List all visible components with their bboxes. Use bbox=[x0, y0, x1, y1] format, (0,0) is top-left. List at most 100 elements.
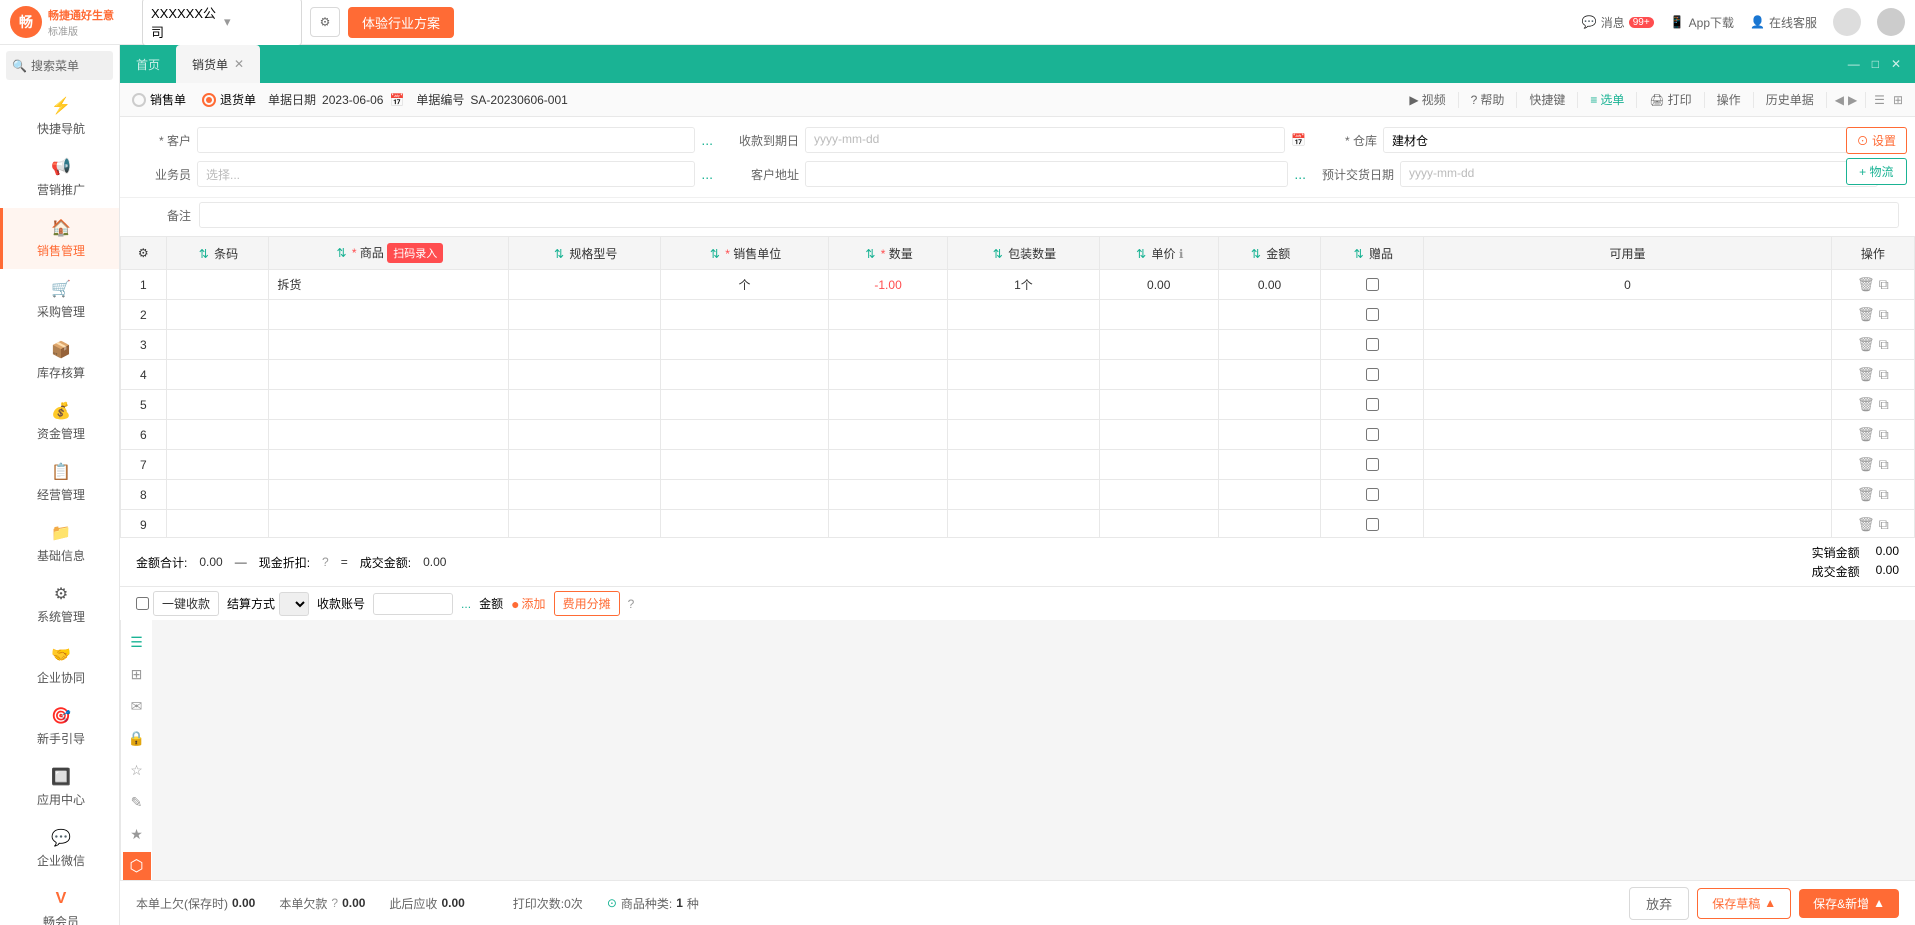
td-unit-price[interactable] bbox=[1099, 510, 1218, 538]
td-pack-qty[interactable] bbox=[948, 510, 1100, 538]
operate-btn[interactable]: 操作 bbox=[1713, 89, 1745, 110]
grid-view-icon[interactable]: ⊞ bbox=[1893, 93, 1903, 107]
radio-sales[interactable]: 销售单 bbox=[132, 91, 186, 108]
radio-return[interactable]: 退货单 bbox=[202, 91, 256, 108]
td-unit-price[interactable] bbox=[1099, 360, 1218, 390]
td-barcode[interactable] bbox=[166, 480, 269, 510]
list-view-icon[interactable]: ☰ bbox=[1874, 93, 1885, 107]
td-product[interactable] bbox=[269, 510, 509, 538]
td-unit[interactable] bbox=[661, 300, 829, 330]
rp-btn-list[interactable]: ☰ bbox=[123, 628, 151, 656]
td-unit[interactable] bbox=[661, 420, 829, 450]
settings-button[interactable]: ⊙ 设置 bbox=[1846, 127, 1907, 154]
td-barcode[interactable] bbox=[166, 270, 269, 300]
td-pack-qty[interactable] bbox=[948, 300, 1100, 330]
copy-row-btn[interactable]: ⧉ bbox=[1879, 276, 1889, 293]
th-pack-sort[interactable]: ⇅ bbox=[993, 247, 1003, 261]
td-pack-qty[interactable] bbox=[948, 330, 1100, 360]
copy-row-btn[interactable]: ⧉ bbox=[1879, 486, 1889, 503]
th-gift-sort[interactable]: ⇅ bbox=[1354, 247, 1364, 261]
td-product[interactable] bbox=[269, 330, 509, 360]
td-amount[interactable] bbox=[1218, 510, 1321, 538]
td-amount[interactable] bbox=[1218, 390, 1321, 420]
td-amount[interactable] bbox=[1218, 450, 1321, 480]
sidebar-item-members[interactable]: V 畅会员 bbox=[0, 879, 119, 925]
online-service-button[interactable]: 👤 在线客服 bbox=[1750, 14, 1817, 31]
sidebar-item-quick-nav[interactable]: ⚡ 快捷导航 bbox=[0, 86, 119, 147]
delete-row-btn[interactable]: 🗑 bbox=[1857, 276, 1875, 293]
td-product[interactable] bbox=[269, 360, 509, 390]
gift-checkbox[interactable] bbox=[1366, 338, 1379, 351]
company-selector[interactable]: XXXXXX公司 ▾ bbox=[142, 0, 302, 46]
td-amount[interactable] bbox=[1218, 480, 1321, 510]
th-qty-sort[interactable]: ⇅ bbox=[865, 247, 875, 261]
customer-addr-input[interactable] bbox=[805, 161, 1288, 187]
warehouse-input[interactable]: 建材仓 bbox=[1383, 127, 1881, 153]
sidebar-item-operations[interactable]: 📋 经营管理 bbox=[0, 452, 119, 513]
calc-method-select[interactable] bbox=[279, 592, 309, 616]
td-amount[interactable] bbox=[1218, 300, 1321, 330]
td-unit-price[interactable]: 0.00 bbox=[1099, 270, 1218, 300]
td-product[interactable] bbox=[269, 300, 509, 330]
tab-sales-order[interactable]: 销货单 ✕ bbox=[176, 45, 260, 83]
td-amount[interactable]: 0.00 bbox=[1218, 270, 1321, 300]
salesperson-input[interactable]: 选择... bbox=[197, 161, 695, 187]
td-unit-price[interactable] bbox=[1099, 300, 1218, 330]
td-qty[interactable] bbox=[829, 360, 948, 390]
td-spec[interactable] bbox=[509, 420, 661, 450]
th-unit-sort[interactable]: ⇅ bbox=[710, 247, 720, 261]
sidebar-item-apps[interactable]: 🔲 应用中心 bbox=[0, 757, 119, 818]
gift-checkbox[interactable] bbox=[1366, 308, 1379, 321]
td-pack-qty[interactable] bbox=[948, 480, 1100, 510]
td-spec[interactable] bbox=[509, 450, 661, 480]
td-barcode[interactable] bbox=[166, 300, 269, 330]
price-info-icon[interactable]: ℹ bbox=[1179, 247, 1184, 261]
save-draft-button[interactable]: 保存草稿 ▲ bbox=[1697, 888, 1791, 919]
td-product[interactable] bbox=[269, 480, 509, 510]
td-unit[interactable] bbox=[661, 390, 829, 420]
customer-input[interactable] bbox=[197, 127, 695, 153]
td-unit-price[interactable] bbox=[1099, 330, 1218, 360]
save-new-button[interactable]: 保存&新增 ▲ bbox=[1799, 889, 1899, 918]
th-barcode-sort[interactable]: ⇅ bbox=[199, 247, 209, 261]
td-pack-qty[interactable] bbox=[948, 390, 1100, 420]
sidebar-item-wechat[interactable]: 💬 企业微信 bbox=[0, 818, 119, 879]
due-date-calendar-icon[interactable]: 📅 bbox=[1291, 133, 1306, 147]
td-unit-price[interactable] bbox=[1099, 450, 1218, 480]
td-unit[interactable] bbox=[661, 480, 829, 510]
delete-row-btn[interactable]: 🗑 bbox=[1857, 456, 1875, 473]
gift-checkbox[interactable] bbox=[1366, 368, 1379, 381]
print-btn[interactable]: 🖨 打印 bbox=[1645, 89, 1695, 110]
delete-row-btn[interactable]: 🗑 bbox=[1857, 306, 1875, 323]
delete-row-btn[interactable]: 🗑 bbox=[1857, 426, 1875, 443]
copy-row-btn[interactable]: ⧉ bbox=[1879, 426, 1889, 443]
gift-checkbox[interactable] bbox=[1366, 518, 1379, 531]
td-gift[interactable] bbox=[1321, 450, 1424, 480]
sidebar-item-system[interactable]: ⚙ 系统管理 bbox=[0, 574, 119, 635]
th-price-sort[interactable]: ⇅ bbox=[1136, 247, 1146, 261]
rp-btn-orange[interactable]: ⬡ bbox=[123, 852, 151, 880]
sidebar-item-enterprise[interactable]: 🤝 企业协同 bbox=[0, 635, 119, 696]
td-qty[interactable] bbox=[829, 300, 948, 330]
td-pack-qty[interactable] bbox=[948, 450, 1100, 480]
gift-checkbox[interactable] bbox=[1366, 398, 1379, 411]
gift-checkbox[interactable] bbox=[1366, 428, 1379, 441]
td-gift[interactable] bbox=[1321, 300, 1424, 330]
td-qty[interactable] bbox=[829, 330, 948, 360]
expense-split-btn[interactable]: 费用分摊 bbox=[554, 591, 620, 616]
copy-row-btn[interactable]: ⧉ bbox=[1879, 456, 1889, 473]
notes-input[interactable] bbox=[199, 202, 1899, 228]
td-barcode[interactable] bbox=[166, 420, 269, 450]
overdue-info-icon[interactable]: ? bbox=[331, 896, 338, 910]
account-input[interactable] bbox=[373, 593, 453, 615]
gift-checkbox[interactable] bbox=[1366, 458, 1379, 471]
expense-info-icon[interactable]: ? bbox=[628, 597, 635, 611]
th-product-sort[interactable]: ⇅ bbox=[336, 246, 346, 260]
td-spec[interactable] bbox=[509, 360, 661, 390]
rp-btn-grid[interactable]: ⊞ bbox=[123, 660, 151, 688]
one-click-checkbox[interactable] bbox=[136, 597, 149, 610]
td-gift[interactable] bbox=[1321, 270, 1424, 300]
sidebar-item-base[interactable]: 📁 基础信息 bbox=[0, 513, 119, 574]
gift-checkbox[interactable] bbox=[1366, 278, 1379, 291]
expected-date-input[interactable]: yyyy-mm-dd bbox=[1400, 161, 1878, 187]
